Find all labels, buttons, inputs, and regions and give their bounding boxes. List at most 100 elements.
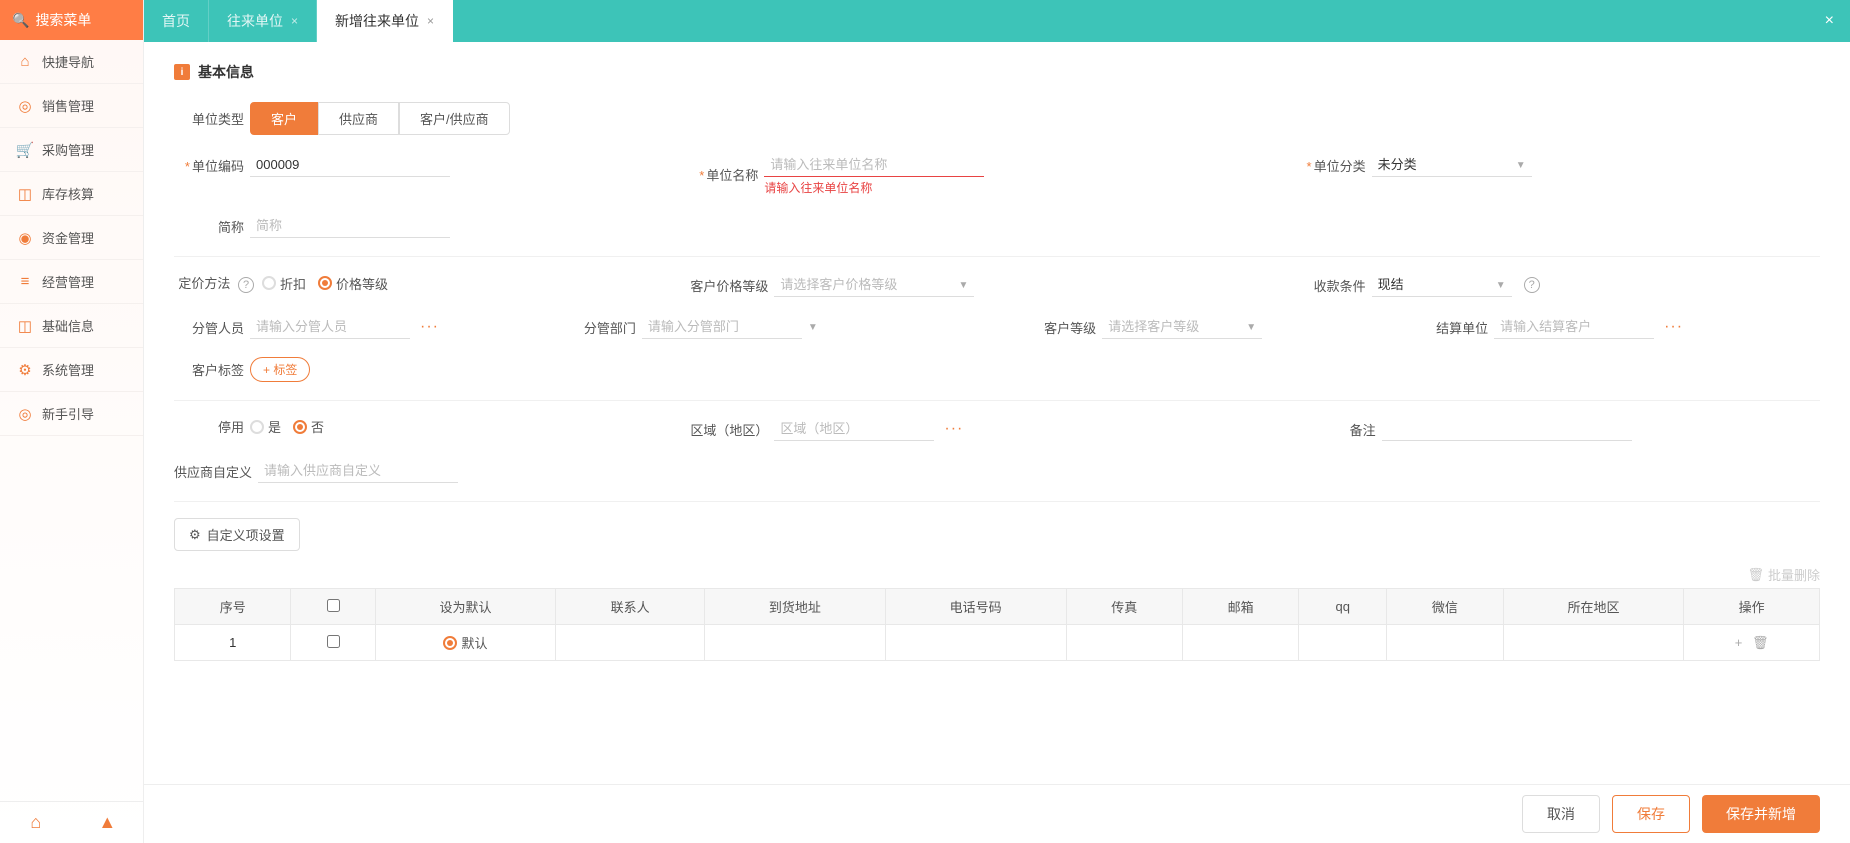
sidebar-item-label: 库存核算 — [42, 184, 94, 203]
tab-new-partner[interactable]: 新增往来单位 × — [317, 0, 453, 42]
pricing-method-label: 定价方法 ? — [174, 273, 254, 293]
sidebar-item-basic-info[interactable]: ◫ 基础信息 — [0, 304, 143, 348]
unit-code-input[interactable] — [250, 153, 450, 177]
col-operation: 操作 — [1684, 589, 1820, 625]
add-tag-label: + 标签 — [263, 361, 297, 378]
supplier-custom-input[interactable] — [258, 459, 458, 483]
unit-type-field: 单位类型 客户 供应商 客户/供应商 — [174, 102, 1820, 135]
unit-category-select[interactable]: 未分类 — [1372, 153, 1532, 177]
unit-name-input[interactable] — [764, 153, 984, 177]
tab-partners[interactable]: 往来单位 × — [209, 0, 317, 42]
col-default: 设为默认 — [375, 589, 556, 625]
tags-label: 客户标签 — [174, 360, 244, 379]
short-name-input[interactable] — [250, 214, 450, 238]
col-index: 序号 — [175, 589, 291, 625]
default-label: 默认 — [461, 633, 487, 652]
disabled-no-radio[interactable]: 否 — [293, 417, 324, 436]
tab-home[interactable]: 首页 — [144, 0, 209, 42]
row-qq — [1299, 625, 1387, 661]
dept-chevron-icon: ▼ — [808, 322, 818, 333]
sidebar-item-sales[interactable]: ◎ 销售管理 — [0, 84, 143, 128]
sidebar-item-operations[interactable]: ≡ 经营管理 — [0, 260, 143, 304]
sidebar-collapse-btn[interactable]: ▲ — [72, 802, 144, 843]
sidebar-item-label: 销售管理 — [42, 96, 94, 115]
dept-field: 分管部门 ▼ — [566, 315, 1036, 339]
section-icon: i — [174, 64, 190, 80]
remark-input[interactable] — [1382, 417, 1632, 441]
add-tag-button[interactable]: + 标签 — [250, 357, 310, 382]
unit-name-error: 请输入往来单位名称 — [764, 179, 984, 196]
sidebar-item-finance[interactable]: ◉ 资金管理 — [0, 216, 143, 260]
col-address: 到货地址 — [704, 589, 885, 625]
delete-row-btn[interactable]: 🗑 — [1752, 635, 1769, 650]
add-row-btn[interactable]: + — [1735, 635, 1743, 650]
system-icon: ⚙ — [16, 361, 34, 379]
save-button[interactable]: 保存 — [1612, 795, 1690, 833]
batch-delete-label[interactable]: 批量删除 — [1768, 565, 1820, 584]
pricing-method-field: 定价方法 ? 折扣 价格等级 — [174, 273, 688, 293]
customer-price-level-label: 客户价格等级 — [688, 276, 768, 295]
unit-type-supplier-btn[interactable]: 供应商 — [318, 102, 399, 135]
sidebar-bottom: ⌂ ▲ — [0, 801, 143, 843]
sidebar-item-inventory[interactable]: ◫ 库存核算 — [0, 172, 143, 216]
sidebar-home-btn[interactable]: ⌂ — [0, 802, 72, 843]
settlement-more-btn[interactable]: ··· — [1660, 318, 1687, 336]
sidebar-item-label: 系统管理 — [42, 360, 94, 379]
cancel-button[interactable]: 取消 — [1522, 795, 1600, 833]
tab-partners-label: 往来单位 — [227, 11, 283, 31]
dept-input[interactable] — [642, 315, 802, 339]
col-qq: qq — [1299, 589, 1387, 625]
sidebar-item-system[interactable]: ⚙ 系统管理 — [0, 348, 143, 392]
sidebar: 🔍 搜索菜单 ⌂ 快捷导航 ◎ 销售管理 🛒 采购管理 ◫ 库存核算 ◉ 资金管… — [0, 0, 144, 843]
settlement-input[interactable] — [1494, 315, 1654, 339]
settlement-field: 结算单位 ··· — [1428, 315, 1820, 339]
disabled-radio-group: 是 否 — [250, 417, 324, 436]
sidebar-item-label: 采购管理 — [42, 140, 94, 159]
unit-type-row: 单位类型 客户 供应商 客户/供应商 — [174, 102, 1820, 135]
region-input[interactable] — [774, 417, 934, 441]
payment-help-icon[interactable]: ? — [1524, 277, 1540, 293]
sidebar-item-label: 经营管理 — [42, 272, 94, 291]
row-checkbox[interactable] — [327, 635, 340, 648]
region-label: 区域（地区） — [688, 420, 768, 439]
manager-more-btn[interactable]: ··· — [416, 318, 443, 336]
customer-level-select[interactable]: 请选择客户等级 — [1102, 315, 1262, 339]
unit-type-both-btn[interactable]: 客户/供应商 — [399, 102, 510, 135]
manager-input[interactable] — [250, 315, 410, 339]
sidebar-item-guide[interactable]: ◎ 新手引导 — [0, 392, 143, 436]
tab-home-label: 首页 — [162, 11, 190, 31]
col-phone: 电话号码 — [885, 589, 1066, 625]
row-default-cell: 默认 — [375, 625, 556, 661]
col-checkbox — [291, 589, 375, 625]
col-region: 所在地区 — [1503, 589, 1684, 625]
unit-type-customer-btn[interactable]: 客户 — [250, 102, 318, 135]
action-bar: 取消 保存 保存并新增 — [144, 784, 1850, 843]
discount-radio[interactable]: 折扣 — [262, 274, 306, 293]
unit-code-field: *单位编码 — [174, 153, 688, 177]
basic-info-icon: ◫ — [16, 317, 34, 335]
select-all-checkbox[interactable] — [327, 599, 340, 612]
price-level-radio[interactable]: 价格等级 — [318, 274, 388, 293]
remark-label: 备注 — [1306, 420, 1376, 439]
sidebar-item-purchase[interactable]: 🛒 采购管理 — [0, 128, 143, 172]
customer-price-level-select[interactable]: 请选择客户价格等级 — [774, 273, 974, 297]
disabled-yes-radio[interactable]: 是 — [250, 417, 281, 436]
region-more-btn[interactable]: ··· — [940, 420, 967, 438]
tab-new-partner-close[interactable]: × — [427, 14, 434, 28]
pricing-help-icon[interactable]: ? — [238, 277, 254, 293]
col-contact: 联系人 — [556, 589, 705, 625]
payment-terms-select[interactable]: 现结 — [1372, 273, 1512, 297]
tags-row: 客户标签 + 标签 — [174, 357, 1820, 382]
unit-category-label: *单位分类 — [1306, 156, 1366, 175]
manager-label: 分管人员 — [174, 318, 244, 337]
sidebar-item-quick-nav[interactable]: ⌂ 快捷导航 — [0, 40, 143, 84]
short-name-field: 简称 — [174, 214, 1820, 238]
price-level-radio-circle — [318, 276, 332, 290]
window-close-btn[interactable]: × — [1809, 0, 1850, 42]
custom-settings-button[interactable]: ⚙ 自定义项设置 — [174, 518, 300, 551]
remark-field: 备注 — [1306, 417, 1820, 441]
save-new-button[interactable]: 保存并新增 — [1702, 795, 1820, 833]
tab-partners-close[interactable]: × — [291, 14, 298, 28]
row-default-radio[interactable]: 默认 — [386, 633, 546, 652]
sidebar-search[interactable]: 🔍 搜索菜单 — [0, 0, 143, 40]
